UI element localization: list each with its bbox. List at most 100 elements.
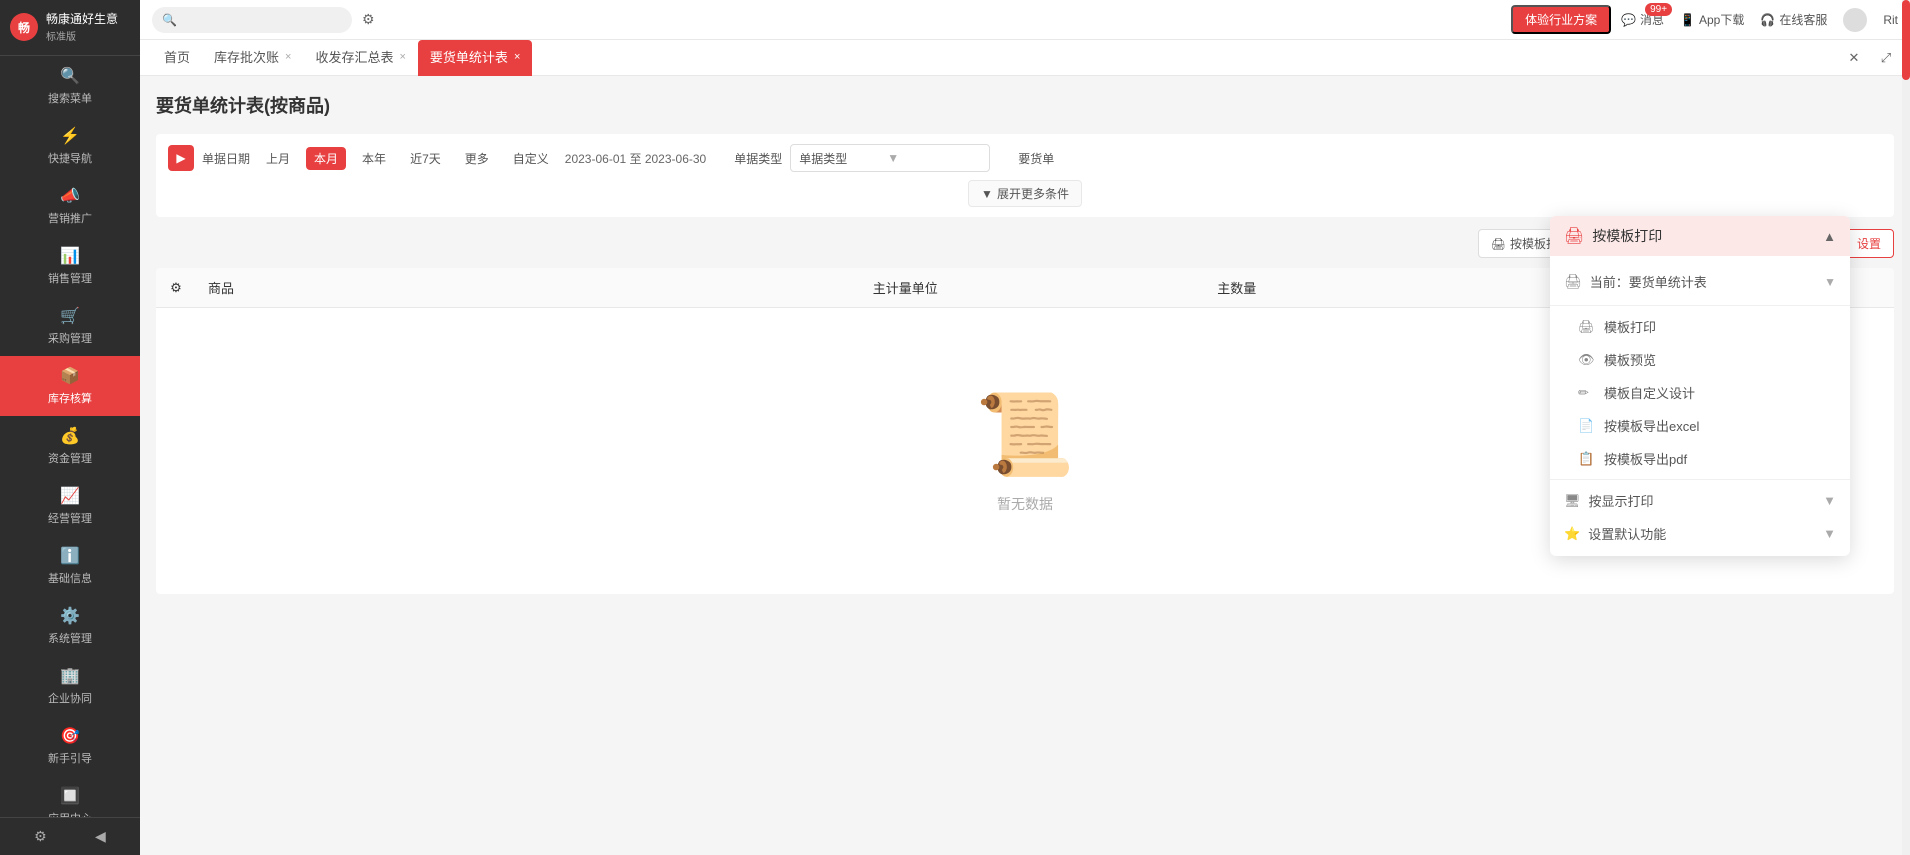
- template-print-icon: 🖨: [1578, 319, 1594, 335]
- dropdown-collapse-btn[interactable]: ▲: [1823, 229, 1836, 244]
- sidebar-logo: 畅 畅康通好生意 标准版: [0, 0, 140, 56]
- date-7days-btn[interactable]: 近7天: [402, 147, 449, 170]
- tab-order-statistics[interactable]: 要货单统计表 ×: [418, 40, 532, 76]
- tab-receivable-summary-close[interactable]: ×: [399, 51, 405, 63]
- dropdown-export-excel-item[interactable]: 📄 按模板导出excel: [1550, 409, 1850, 442]
- tab-home[interactable]: 首页: [152, 40, 202, 76]
- app-center-icon: 🔲: [60, 786, 80, 806]
- sidebar-item-inventory[interactable]: 📦 库存核算: [0, 356, 140, 416]
- settings-footer-btn[interactable]: ⚙: [34, 828, 47, 845]
- order-type-select[interactable]: 单据类型 ▼: [790, 144, 990, 172]
- order-type-placeholder: 单据类型: [799, 150, 847, 167]
- tab-close-all-btn[interactable]: ✕: [1842, 46, 1866, 70]
- user-avatar-btn[interactable]: [1843, 8, 1867, 32]
- settings-btn[interactable]: 设置: [1844, 229, 1894, 258]
- template-preview-label: 模板预览: [1604, 350, 1656, 369]
- sidebar-item-finance[interactable]: 💰 资金管理: [0, 416, 140, 476]
- sidebar-footer: ⚙ ◀: [0, 817, 140, 855]
- display-print-label: 按显示打印: [1589, 491, 1654, 510]
- table-col-settings[interactable]: ⚙: [156, 270, 196, 306]
- online-service-btn[interactable]: 🎧 在线客服: [1760, 11, 1827, 28]
- date-prev-btn[interactable]: 上月: [258, 147, 298, 170]
- dropdown-template-custom-item[interactable]: ✏ 模板自定义设计: [1550, 376, 1850, 409]
- tab-order-statistics-label: 要货单统计表: [430, 47, 508, 66]
- right-scrollbar[interactable]: [1902, 0, 1910, 855]
- page-title: 要货单统计表(按商品): [156, 92, 1894, 118]
- expand-more-label: 展开更多条件: [997, 185, 1069, 202]
- date-more-btn[interactable]: 更多: [457, 147, 497, 170]
- sidebar-item-basic[interactable]: ℹ️ 基础信息: [0, 536, 140, 596]
- logo-text: 畅康通好生意 标准版: [46, 12, 118, 43]
- empty-text: 暂无数据: [997, 494, 1053, 514]
- tab-inventory-batch[interactable]: 库存批次账 ×: [202, 40, 303, 76]
- logo-icon: 畅: [10, 13, 38, 41]
- avatar: [1843, 8, 1867, 32]
- purchase-icon: 🛒: [60, 306, 80, 326]
- sidebar-item-search[interactable]: 🔍 搜索菜单: [0, 56, 140, 116]
- app-download-btn[interactable]: 📱 App下载: [1680, 11, 1744, 28]
- topbar-gear-icon[interactable]: ⚙: [362, 11, 375, 28]
- template-custom-label: 模板自定义设计: [1604, 383, 1695, 402]
- lightning-icon: ⚡: [60, 126, 80, 146]
- order-goods-label: 要货单: [1018, 150, 1054, 167]
- date-custom-btn[interactable]: 自定义: [505, 147, 557, 170]
- dropdown-body: 🖨 当前：要货单统计表 ▼ 🖨 模板打印 👁 模板预览 ✏: [1550, 256, 1850, 556]
- search-bar-icon: 🔍: [162, 13, 177, 27]
- dropdown-current-item[interactable]: 🖨 当前：要货单统计表 ▼: [1564, 266, 1836, 297]
- topbar-right: 💬 消息 99+ 📱 App下载 🎧 在线客服 Rit: [1621, 8, 1898, 32]
- tab-receivable-summary[interactable]: 收发存汇总表 ×: [303, 40, 417, 76]
- print-icon: 🖨: [1491, 237, 1506, 251]
- table-col-unit: 主计量单位: [861, 268, 1205, 307]
- collapse-btn[interactable]: ◀: [95, 828, 106, 845]
- dropdown-set-default-item[interactable]: ⭐ 设置默认功能 ▼: [1550, 517, 1850, 550]
- dropdown-template-print-item[interactable]: 🖨 模板打印: [1550, 310, 1850, 343]
- export-pdf-icon: 📋: [1578, 451, 1594, 467]
- tab-maximize-btn[interactable]: ⤢: [1874, 46, 1898, 70]
- tab-receivable-summary-label: 收发存汇总表: [315, 47, 393, 66]
- order-type-label: 单据类型: [734, 150, 782, 167]
- dropdown-display-print-item[interactable]: 🖥 按显示打印 ▼: [1550, 484, 1850, 517]
- tab-inventory-batch-close[interactable]: ×: [285, 51, 291, 63]
- message-icon: 💬: [1621, 13, 1636, 27]
- sidebar-item-guide[interactable]: 🎯 新手引导: [0, 716, 140, 776]
- main-content: 🔍 ⚙ 体验行业方案 💬 消息 99+ 📱 App下载 🎧 在线客服 Rit: [140, 0, 1910, 855]
- page-content: 要货单统计表(按商品) ▶ 单据日期 上月 本月 本年 近7天 更多 自定义 2…: [140, 76, 1910, 855]
- sidebar-item-marketing[interactable]: 📣 营销推广: [0, 176, 140, 236]
- marketing-icon: 📣: [60, 186, 80, 206]
- dropdown-header: 🖨 按模板打印 ▲: [1550, 216, 1850, 256]
- dropdown-title-text: 按模板打印: [1592, 226, 1662, 246]
- sidebar-item-app-center[interactable]: 🔲 应用中心: [0, 776, 140, 817]
- username-label: Rit: [1883, 13, 1898, 27]
- date-current-btn[interactable]: 本月: [306, 147, 346, 170]
- dropdown-export-pdf-item[interactable]: 📋 按模板导出pdf: [1550, 442, 1850, 475]
- trial-btn[interactable]: 体验行业方案: [1511, 5, 1611, 34]
- filter-expand-icon[interactable]: ▶: [168, 145, 194, 171]
- sidebar: 畅 畅康通好生意 标准版 🔍 搜索菜单 ⚡ 快捷导航 📣 营销推广 📊 销售管理…: [0, 0, 140, 855]
- inventory-icon: 📦: [60, 366, 80, 386]
- sidebar-item-system[interactable]: ⚙️ 系统管理: [0, 596, 140, 656]
- sales-icon: 📊: [60, 246, 80, 266]
- date-year-btn[interactable]: 本年: [354, 147, 394, 170]
- template-custom-icon: ✏: [1578, 385, 1594, 401]
- sidebar-item-purchase[interactable]: 🛒 采购管理: [0, 296, 140, 356]
- date-label: 单据日期: [202, 150, 250, 167]
- table-col-product: 商品: [196, 268, 861, 307]
- export-excel-icon: 📄: [1578, 418, 1594, 434]
- message-btn[interactable]: 💬 消息 99+: [1621, 11, 1664, 28]
- dropdown-divider-1: [1550, 305, 1850, 306]
- headset-icon: 🎧: [1760, 13, 1775, 27]
- tab-order-statistics-close[interactable]: ×: [514, 51, 520, 63]
- sidebar-item-quick-nav[interactable]: ⚡ 快捷导航: [0, 116, 140, 176]
- scrollbar-thumb: [1902, 0, 1910, 80]
- export-pdf-label: 按模板导出pdf: [1604, 449, 1687, 468]
- dropdown-template-preview-item[interactable]: 👁 模板预览: [1550, 343, 1850, 376]
- search-bar[interactable]: 🔍: [152, 7, 352, 33]
- expand-more-btn[interactable]: ▼ 展开更多条件: [968, 180, 1082, 207]
- display-print-row: 🖥 按显示打印: [1564, 491, 1654, 510]
- filter-bar: ▶ 单据日期 上月 本月 本年 近7天 更多 自定义 2023-06-01 至 …: [156, 134, 1894, 217]
- sidebar-item-operation[interactable]: 📈 经营管理: [0, 476, 140, 536]
- sidebar-item-sales[interactable]: 📊 销售管理: [0, 236, 140, 296]
- system-icon: ⚙️: [60, 606, 80, 626]
- sidebar-item-enterprise[interactable]: 🏢 企业协同: [0, 656, 140, 716]
- search-icon: 🔍: [60, 66, 80, 86]
